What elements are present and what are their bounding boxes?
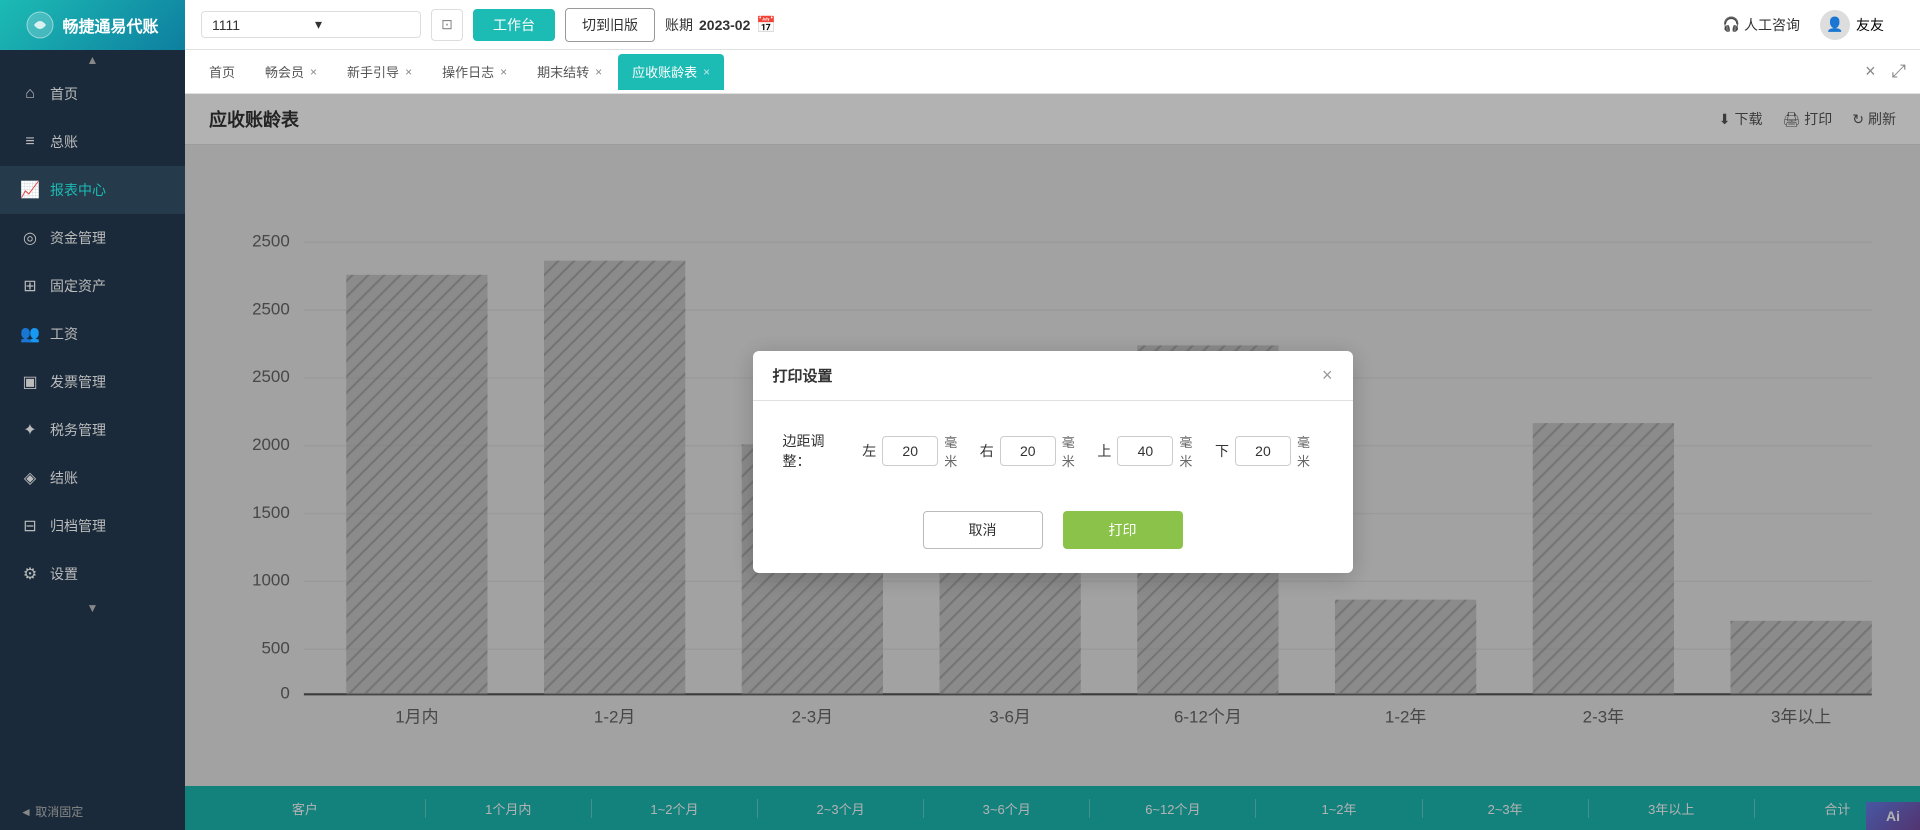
sidebar-pin-toggle[interactable]: ◄ 取消固定 bbox=[0, 793, 185, 830]
left-unit: 毫米 bbox=[944, 432, 970, 470]
tab-close-all-icon[interactable]: × bbox=[1861, 57, 1880, 86]
right-label: 右 bbox=[980, 441, 994, 461]
payroll-icon: 👥 bbox=[20, 324, 40, 344]
dialog-title: 打印设置 bbox=[773, 365, 833, 386]
company-selector[interactable]: 1111 ▾ bbox=[201, 11, 421, 38]
tab-period-end[interactable]: 期末结转 × bbox=[523, 54, 616, 90]
tab-close-guide[interactable]: × bbox=[405, 65, 412, 79]
bottom-label: 下 bbox=[1215, 441, 1229, 461]
sidebar-item-tax[interactable]: ✦ 税务管理 bbox=[0, 406, 185, 454]
tab-close-member[interactable]: × bbox=[310, 65, 317, 79]
left-label: 左 bbox=[862, 441, 876, 461]
tab-close-period-end[interactable]: × bbox=[595, 65, 602, 79]
sidebar-item-archive[interactable]: ⊟ 归档管理 bbox=[0, 502, 185, 550]
switch-button[interactable]: 切到旧版 bbox=[565, 8, 655, 42]
calendar-icon[interactable]: 📅 bbox=[756, 15, 776, 35]
tab-oplog[interactable]: 操作日志 × bbox=[428, 54, 521, 90]
right-margin-input[interactable] bbox=[1000, 436, 1056, 466]
margin-label: 边距调整： bbox=[783, 431, 853, 471]
bottom-margin-input[interactable] bbox=[1235, 436, 1291, 466]
headphone-icon: 🎧 bbox=[1723, 16, 1740, 33]
archive-icon: ⊟ bbox=[20, 516, 40, 536]
top-label: 上 bbox=[1097, 441, 1111, 461]
logo: 畅捷通易代账 bbox=[0, 0, 185, 50]
margin-row: 边距调整： 左 毫米 右 毫米 bbox=[783, 431, 1323, 471]
top-margin-input[interactable] bbox=[1117, 436, 1173, 466]
left-margin-input[interactable] bbox=[882, 436, 938, 466]
sidebar-item-checkout[interactable]: ◈ 结账 bbox=[0, 454, 185, 502]
tab-guide[interactable]: 新手引导 × bbox=[333, 54, 426, 90]
sidebar-item-payroll[interactable]: 👥 工资 bbox=[0, 310, 185, 358]
dialog-close-icon[interactable]: × bbox=[1322, 365, 1333, 386]
tax-icon: ✦ bbox=[20, 420, 40, 440]
funds-icon: ◎ bbox=[20, 228, 40, 248]
user-area[interactable]: 👤 友友 bbox=[1820, 10, 1884, 40]
sidebar-item-assets[interactable]: ⊞ 固定资产 bbox=[0, 262, 185, 310]
top-unit: 毫米 bbox=[1179, 432, 1205, 470]
sidebar-item-ledger[interactable]: ≡ 总账 bbox=[0, 118, 185, 166]
ledger-icon: ≡ bbox=[20, 133, 40, 151]
dialog-overlay: 打印设置 × 边距调整： 左 毫米 右 bbox=[185, 94, 1920, 830]
sidebar-scroll-up[interactable]: ▲ bbox=[0, 50, 185, 70]
right-unit: 毫米 bbox=[1062, 432, 1088, 470]
tab-close-aging[interactable]: × bbox=[703, 65, 710, 79]
bottom-unit: 毫米 bbox=[1297, 432, 1323, 470]
reports-icon: 📈 bbox=[20, 180, 40, 200]
settings-icon: ⚙ bbox=[20, 564, 40, 584]
assets-icon: ⊞ bbox=[20, 276, 40, 296]
cancel-button[interactable]: 取消 bbox=[923, 511, 1043, 549]
tab-close-oplog[interactable]: × bbox=[500, 65, 507, 79]
home-icon: ⌂ bbox=[20, 85, 40, 103]
invoice-icon: ▣ bbox=[20, 372, 40, 392]
print-confirm-button[interactable]: 打印 bbox=[1063, 511, 1183, 549]
tab-member[interactable]: 畅会员 × bbox=[251, 54, 331, 90]
tab-expand-icon[interactable]: ⤢ bbox=[1888, 57, 1910, 86]
print-settings-dialog: 打印设置 × 边距调整： 左 毫米 右 bbox=[753, 351, 1353, 573]
avatar: 👤 bbox=[1820, 10, 1850, 40]
sidebar-scroll-down[interactable]: ▼ bbox=[0, 598, 185, 618]
sidebar-item-settings[interactable]: ⚙ 设置 bbox=[0, 550, 185, 598]
dropdown-icon: ▾ bbox=[315, 16, 410, 33]
support-link[interactable]: 🎧 人工咨询 bbox=[1723, 15, 1800, 35]
sidebar-item-invoice[interactable]: ▣ 发票管理 bbox=[0, 358, 185, 406]
sidebar-item-reports[interactable]: 📈 报表中心 bbox=[0, 166, 185, 214]
tab-bar: 首页 畅会员 × 新手引导 × 操作日志 × 期末结转 × 应收账龄表 × bbox=[185, 50, 1920, 94]
tab-home[interactable]: 首页 bbox=[195, 54, 249, 90]
sidebar: ▲ ⌂ 首页 ≡ 总账 📈 报表中心 ◎ 资金管理 ⊞ 固定资产 👥 工资 ▣ … bbox=[0, 50, 185, 830]
sidebar-item-funds[interactable]: ◎ 资金管理 bbox=[0, 214, 185, 262]
sidebar-item-home[interactable]: ⌂ 首页 bbox=[0, 70, 185, 118]
copy-icon[interactable]: ⊡ bbox=[431, 9, 463, 41]
account-period: 账期 2023-02 📅 bbox=[665, 15, 776, 35]
workbench-button[interactable]: 工作台 bbox=[473, 9, 555, 41]
tab-aging[interactable]: 应收账龄表 × bbox=[618, 54, 724, 90]
checkout-icon: ◈ bbox=[20, 468, 40, 488]
